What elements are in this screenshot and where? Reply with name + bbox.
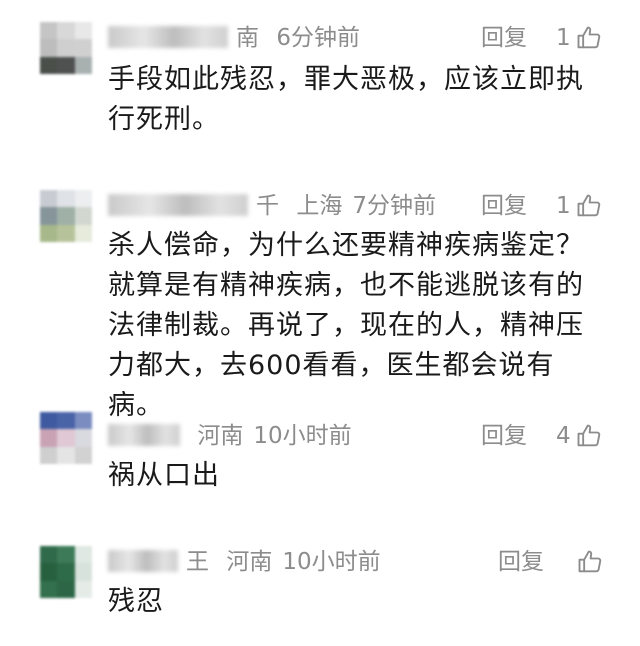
comment-time: 7分钟前 — [352, 193, 436, 219]
avatar-pixel — [57, 39, 75, 57]
avatar[interactable] — [40, 412, 92, 464]
avatar-pixel — [57, 56, 75, 74]
avatar-pixel — [57, 429, 75, 447]
thumbs-up-icon — [578, 550, 602, 573]
reply-button[interactable]: 回复 — [481, 186, 527, 226]
avatar-pixel — [40, 22, 58, 40]
username-visible[interactable]: 王 — [186, 549, 209, 575]
avatar-pixel — [57, 224, 75, 242]
masked-username[interactable] — [108, 25, 228, 48]
avatar-pixel — [57, 207, 75, 225]
comment-meta: 南 6分钟前 — [108, 18, 360, 58]
avatar-pixel — [40, 412, 58, 430]
thumbs-up-icon — [577, 194, 600, 217]
masked-username[interactable] — [108, 193, 248, 216]
masked-username[interactable] — [108, 423, 180, 446]
avatar-pixel — [74, 563, 92, 581]
like-button[interactable]: 1 — [556, 18, 603, 58]
avatar-pixel — [57, 412, 75, 430]
avatar-pixel — [74, 190, 92, 208]
reply-button[interactable]: 回复 — [481, 416, 527, 456]
avatar-pixel — [40, 224, 58, 242]
avatar-pixel — [40, 190, 58, 208]
comment-text: 残忍 — [108, 586, 164, 617]
avatar-pixel — [40, 546, 58, 564]
avatar-pixel — [74, 207, 92, 225]
comment-text: 手段如此残忍，罪大恶极，应该立即执行死刑。 — [108, 64, 584, 135]
avatar-pixel — [57, 446, 75, 464]
like-button[interactable] — [572, 542, 604, 582]
comment-time: 6分钟前 — [276, 25, 360, 51]
avatar-pixel — [74, 56, 92, 74]
username-visible[interactable]: 千 — [256, 193, 279, 219]
thumbs-up-icon — [577, 26, 600, 49]
avatar-pixel — [74, 224, 92, 242]
reply-button[interactable]: 回复 — [498, 542, 544, 582]
avatar-pixel — [40, 580, 58, 598]
avatar-pixel — [40, 207, 58, 225]
like-count: 1 — [556, 25, 571, 51]
avatar-pixel — [74, 546, 92, 564]
avatar[interactable] — [40, 190, 92, 242]
avatar-pixel — [74, 446, 92, 464]
comment-meta: 河南 10小时前 — [108, 416, 352, 456]
avatar-pixel — [74, 429, 92, 447]
avatar-pixel — [57, 546, 75, 564]
comment-text: 祸从口出 — [108, 460, 220, 491]
avatar-pixel — [57, 22, 75, 40]
reply-button[interactable]: 回复 — [481, 18, 527, 58]
username-visible[interactable]: 南 — [236, 25, 259, 51]
avatar-pixel — [74, 22, 92, 40]
avatar-pixel — [57, 190, 75, 208]
avatar-pixel — [40, 563, 58, 581]
avatar[interactable] — [40, 22, 92, 74]
avatar-pixel — [57, 580, 75, 598]
avatar-pixel — [57, 563, 75, 581]
comment-location: 上海 — [296, 193, 343, 219]
like-count: 1 — [556, 193, 571, 219]
comment-time: 10小时前 — [282, 549, 381, 575]
comment-time: 10小时前 — [253, 423, 352, 449]
like-count: 4 — [556, 423, 571, 449]
comment-meta: 王 河南 10小时前 — [108, 542, 381, 582]
comment-meta: 千 上海 7分钟前 — [108, 186, 436, 226]
avatar-pixel — [40, 39, 58, 57]
avatar-pixel — [40, 56, 58, 74]
avatar-pixel — [40, 446, 58, 464]
comment-text: 杀人偿命，为什么还要精神疾病鉴定？就算是有精神疾病，也不能逃脱该有的法律制裁。再… — [108, 230, 584, 421]
comment-location: 河南 — [226, 549, 273, 575]
avatar-pixel — [74, 39, 92, 57]
avatar-pixel — [74, 412, 92, 430]
masked-username[interactable] — [108, 549, 178, 572]
avatar-pixel — [40, 429, 58, 447]
comment-location: 河南 — [197, 423, 244, 449]
thumbs-up-icon — [577, 424, 600, 447]
like-button[interactable]: 4 — [556, 416, 603, 456]
avatar-pixel — [74, 580, 92, 598]
avatar[interactable] — [40, 546, 92, 598]
like-button[interactable]: 1 — [556, 186, 603, 226]
